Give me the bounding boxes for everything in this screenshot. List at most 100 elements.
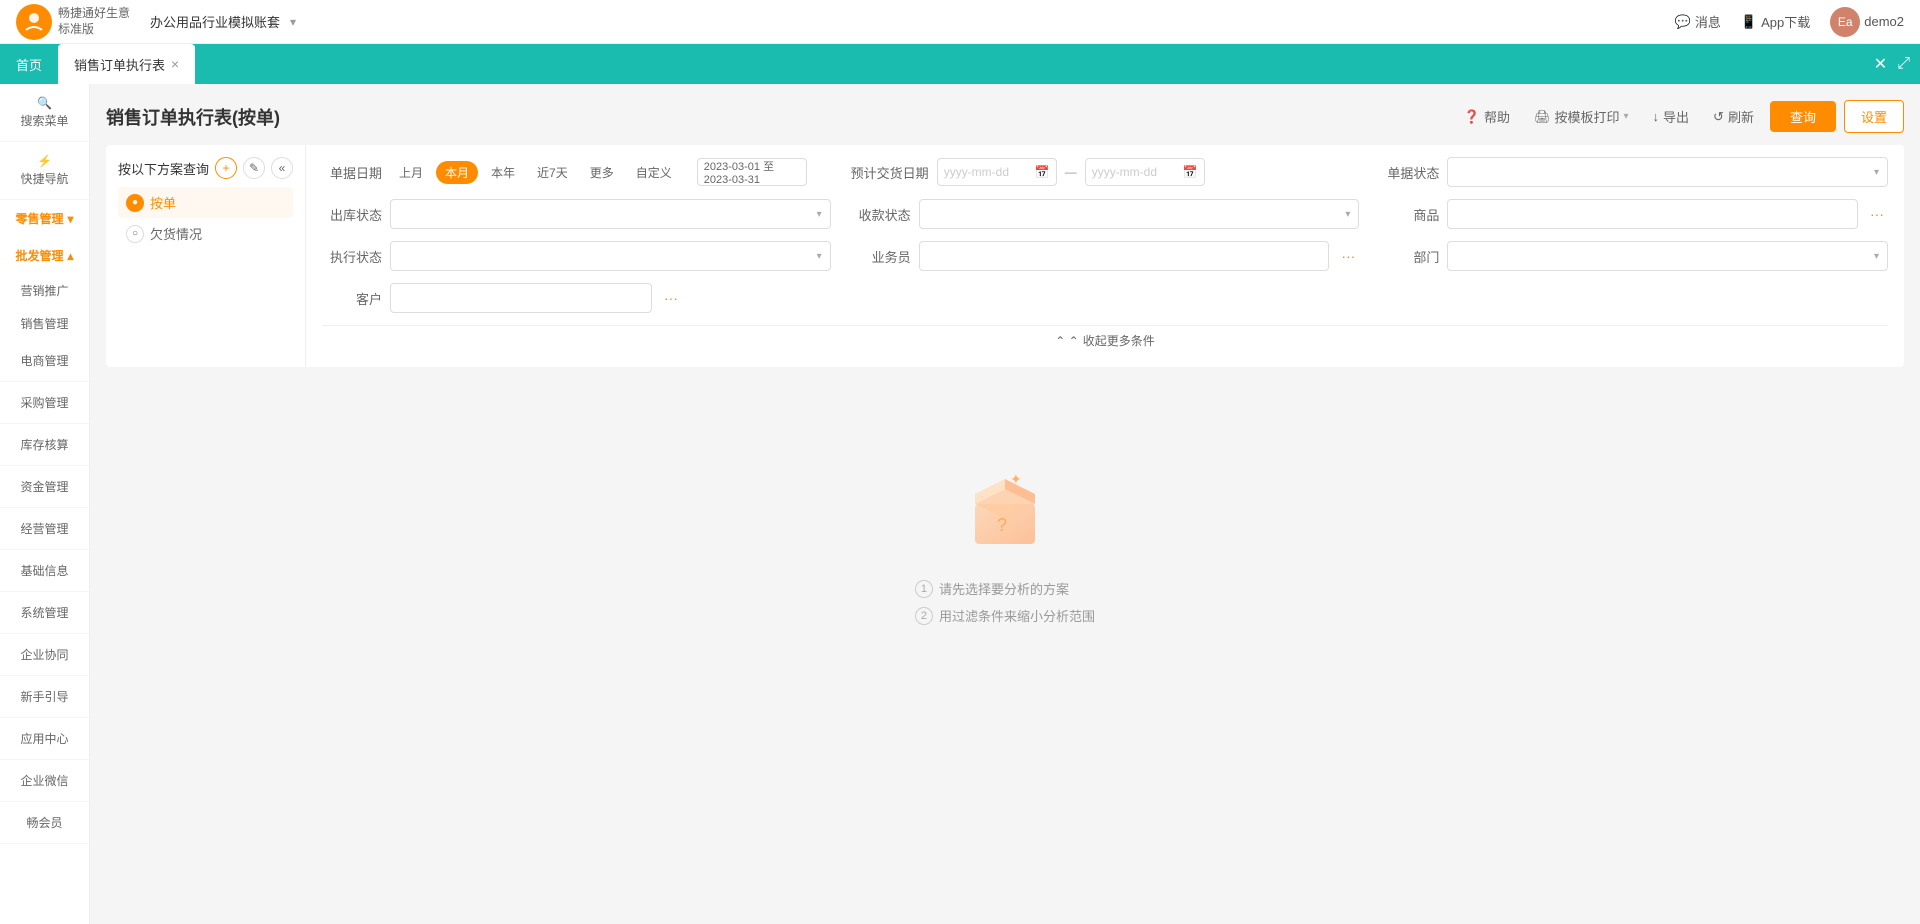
edit-icon: ✎ xyxy=(249,161,259,175)
delivery-status-arrow: ▾ xyxy=(817,209,822,220)
print-btn[interactable]: 🖨 按模板打印 ▾ xyxy=(1526,103,1637,130)
empty-tip-2: 2 用过滤条件来缩小分析范围 xyxy=(915,606,1095,625)
customer-more-icon[interactable]: ··· xyxy=(660,290,682,306)
salesperson-input[interactable] xyxy=(919,241,1330,271)
date-separator: — xyxy=(1065,165,1077,179)
tip-num-1: 1 xyxy=(915,580,933,598)
tab-active[interactable]: 销售订单执行表 × xyxy=(58,44,195,84)
sidebar-item-purchase[interactable]: 采购管理 xyxy=(0,382,89,424)
date-tab-7days[interactable]: 近7天 xyxy=(528,161,577,184)
sidebar-item-operations[interactable]: 经营管理 xyxy=(0,508,89,550)
scheme-edit-btn[interactable]: ✎ xyxy=(243,157,265,179)
refresh-btn[interactable]: ↺ 刷新 xyxy=(1705,103,1762,130)
tab-close-window-icon[interactable]: ✕ xyxy=(1874,54,1887,74)
filter-field-goods: 商品 ··· xyxy=(1379,199,1888,229)
sidebar-item-enterprise[interactable]: 企业协同 xyxy=(0,634,89,676)
page-header: 销售订单执行表(按单) ❓ 帮助 🖨 按模板打印 ▾ ↓ 导出 ↺ 刷新 xyxy=(106,100,1904,133)
customer-input[interactable] xyxy=(390,283,652,313)
header-right: 💬 消息 📱 App下载 Ea demo2 xyxy=(1675,7,1904,37)
collapse-more-btn[interactable]: ⌃ ⌃ 收起更多条件 xyxy=(322,325,1888,355)
status-select-arrow: ▾ xyxy=(1874,167,1879,178)
scheme-add-btn[interactable]: + xyxy=(215,157,237,179)
system-dropdown-arrow[interactable]: ▾ xyxy=(290,15,296,29)
expected-date-start[interactable]: yyyy-mm-dd 📅 xyxy=(937,158,1057,186)
tab-maximize-icon[interactable]: ⤢ xyxy=(1897,55,1910,73)
user-profile[interactable]: Ea demo2 xyxy=(1830,7,1904,37)
avatar: Ea xyxy=(1830,7,1860,37)
date-range-group: 2023-03-01 至 2023-03-31 xyxy=(697,158,807,186)
scheme-active-icon: ● xyxy=(126,194,144,212)
sidebar-item-apps[interactable]: 应用中心 xyxy=(0,718,89,760)
goods-input[interactable] xyxy=(1447,199,1858,229)
tab-bar-right: ✕ ⤢ xyxy=(1874,54,1920,74)
sidebar-item-system[interactable]: 系统管理 xyxy=(0,592,89,634)
dept-label: 部门 xyxy=(1379,247,1439,266)
settings-button[interactable]: 设置 xyxy=(1844,100,1904,133)
delivery-status-label: 出库状态 xyxy=(322,205,382,224)
add-icon: + xyxy=(222,161,229,175)
sidebar-group-retail[interactable]: 零售管理 ▾ xyxy=(0,200,89,237)
scheme-collapse-btn[interactable]: « xyxy=(271,157,293,179)
app-download-action[interactable]: 📱 App下载 xyxy=(1741,12,1810,31)
sidebar-item-basics[interactable]: 基础信息 xyxy=(0,550,89,592)
sidebar-item-newbie[interactable]: 新手引导 xyxy=(0,676,89,718)
tab-home[interactable]: 首页 xyxy=(0,44,58,84)
filter-row-2: 出库状态 ▾ 收款状态 ▾ 商品 xyxy=(322,199,1888,229)
status-select[interactable]: ▾ xyxy=(1447,157,1888,187)
expected-date-end[interactable]: yyyy-mm-dd 📅 xyxy=(1085,158,1205,186)
page-title: 销售订单执行表(按单) xyxy=(106,104,280,130)
filter-field-delivery-status: 出库状态 ▾ xyxy=(322,199,831,229)
help-icon: ❓ xyxy=(1464,109,1480,125)
filter-row-4: 客户 ··· xyxy=(322,283,1888,313)
empty-tips: 1 请先选择要分析的方案 2 用过滤条件来缩小分析范围 xyxy=(915,579,1095,625)
print-dropdown-icon: ▾ xyxy=(1624,111,1629,122)
date-tab-more[interactable]: 更多 xyxy=(581,161,623,184)
salesperson-label: 业务员 xyxy=(851,247,911,266)
page-actions: ❓ 帮助 🖨 按模板打印 ▾ ↓ 导出 ↺ 刷新 查询 设置 xyxy=(1456,100,1904,133)
sidebar-item-marketing[interactable]: 营销推广 xyxy=(0,274,89,307)
collapse-icon: « xyxy=(279,161,286,175)
chevron-up-icon: ▴ xyxy=(67,249,73,263)
search-icon: 🔍 xyxy=(37,96,52,110)
export-btn[interactable]: ↓ 导出 xyxy=(1645,103,1698,130)
main-content: 销售订单执行表(按单) ❓ 帮助 🖨 按模板打印 ▾ ↓ 导出 ↺ 刷新 xyxy=(90,84,1920,924)
sidebar-group-wholesale[interactable]: 批发管理 ▴ xyxy=(0,237,89,274)
filter-field-salesperson: 业务员 ··· xyxy=(851,241,1360,271)
svg-text:?: ? xyxy=(997,515,1007,535)
empty-state-icon: ✦ · ? xyxy=(955,459,1055,559)
sidebar-item-inventory[interactable]: 库存核算 xyxy=(0,424,89,466)
sidebar-item-search[interactable]: 🔍 搜索菜单 xyxy=(0,84,89,142)
empty-tip-1: 1 请先选择要分析的方案 xyxy=(915,579,1095,598)
exec-status-select[interactable]: ▾ xyxy=(390,241,831,271)
date-tab-this-month[interactable]: 本月 xyxy=(436,161,478,184)
date-tab-custom[interactable]: 自定义 xyxy=(627,161,681,184)
dept-select[interactable]: ▾ xyxy=(1447,241,1888,271)
scheme-item-shortage[interactable]: ○ 欠货情况 xyxy=(118,218,293,249)
delivery-status-select[interactable]: ▾ xyxy=(390,199,831,229)
collection-status-select[interactable]: ▾ xyxy=(919,199,1360,229)
sidebar-item-ecommerce[interactable]: 电商管理 xyxy=(0,340,89,382)
export-icon: ↓ xyxy=(1653,109,1660,124)
tab-close-icon[interactable]: × xyxy=(171,56,179,72)
scheme-actions: + ✎ « xyxy=(215,157,293,179)
date-tab-prev-month[interactable]: 上月 xyxy=(390,161,432,184)
sidebar-item-finance[interactable]: 资金管理 xyxy=(0,466,89,508)
scheme-item-by-order[interactable]: ● 按单 xyxy=(118,187,293,218)
expected-date-label: 预计交货日期 xyxy=(851,163,929,182)
date-range-start-display: 2023-03-01 至 2023-03-31 xyxy=(697,158,807,186)
collapse-arrow-icon: ⌃ ⌃ xyxy=(1055,334,1078,348)
dept-arrow: ▾ xyxy=(1874,251,1879,262)
sidebar-item-member[interactable]: 畅会员 xyxy=(0,802,89,844)
message-action[interactable]: 💬 消息 xyxy=(1675,12,1721,31)
goods-more-icon[interactable]: ··· xyxy=(1866,206,1888,222)
query-button[interactable]: 查询 xyxy=(1770,101,1836,132)
help-btn[interactable]: ❓ 帮助 xyxy=(1456,103,1518,130)
filter-row-1: 单据日期 上月 本月 本年 近7天 更多 自定义 2023-03-01 至 20… xyxy=(322,157,1888,187)
date-tab-this-year[interactable]: 本年 xyxy=(482,161,524,184)
sidebar-item-sales[interactable]: 销售管理 xyxy=(0,307,89,340)
salesperson-more-icon[interactable]: ··· xyxy=(1337,248,1359,264)
sidebar-item-wechat[interactable]: 企业微信 xyxy=(0,760,89,802)
sidebar-item-quick-nav[interactable]: ⚡ 快捷导航 xyxy=(0,142,89,200)
calendar-icon-2: 📅 xyxy=(1183,165,1198,179)
sidebar: 🔍 搜索菜单 ⚡ 快捷导航 零售管理 ▾ 批发管理 ▴ 营销推广 销售管理 电商… xyxy=(0,84,90,924)
